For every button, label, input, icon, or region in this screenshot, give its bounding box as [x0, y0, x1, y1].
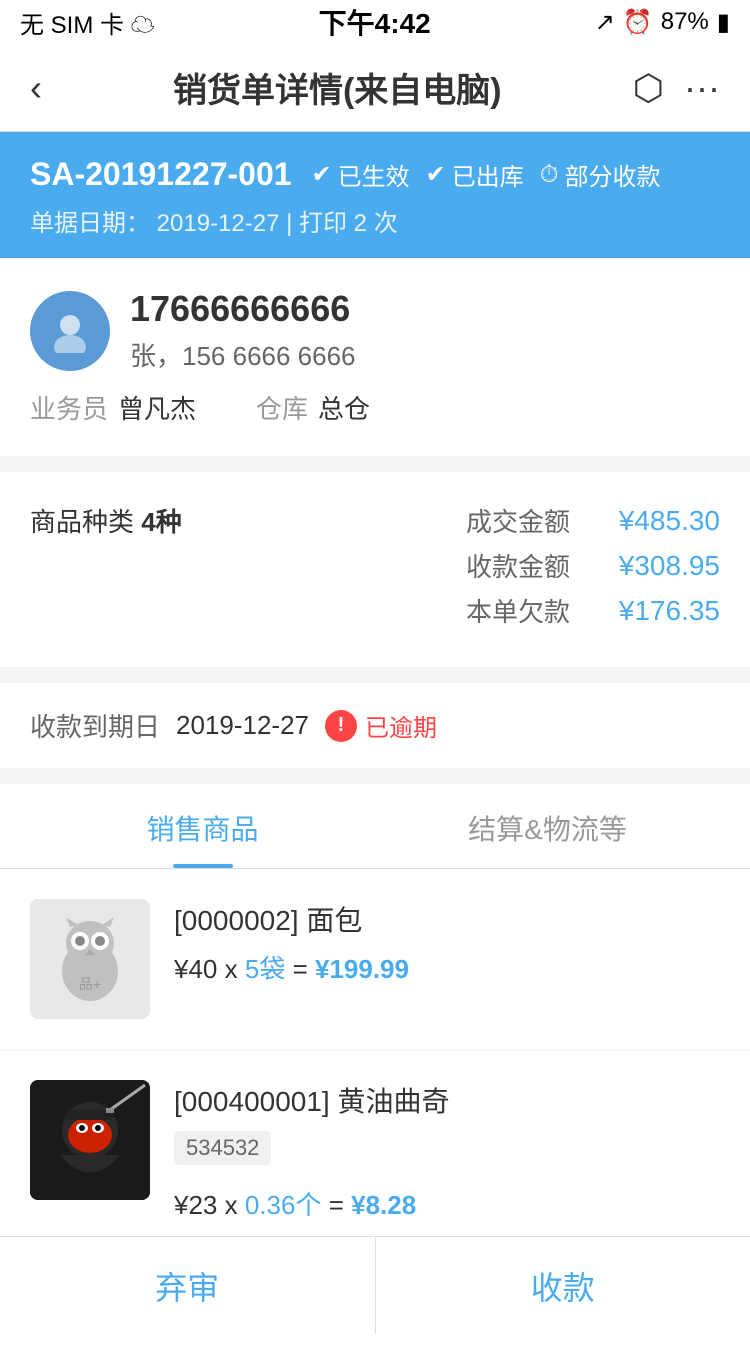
tabs: 销售商品 结算&物流等 — [0, 784, 750, 868]
product-title-1: 面包 — [306, 905, 362, 936]
cancel-review-button[interactable]: 弃审 — [0, 1237, 376, 1334]
product-tag-2: 534532 — [174, 1131, 271, 1165]
nav-icons: ⬡ ··· — [633, 67, 720, 109]
order-badges: ✔ 已生效 ✔ 已出库 ⏱ 部分收款 — [312, 157, 661, 192]
check-icon-2: ✔ — [426, 160, 446, 189]
multiply-1: x — [225, 954, 245, 984]
product-name-1: [0000002] 面包 — [174, 899, 720, 939]
salesman-item: 业务员 曾凡杰 — [30, 389, 196, 426]
received-value: ¥308.95 — [600, 550, 720, 582]
amount-row: 成交金额 ¥485.30 — [466, 502, 720, 539]
status-bar-time: 下午4:42 — [319, 2, 431, 42]
due-date-value: 2019-12-27 — [176, 710, 309, 741]
back-button[interactable]: ‹ — [30, 67, 42, 109]
unit-price-2: ¥23 — [174, 1190, 217, 1220]
check-icon-1: ✔ — [312, 160, 332, 189]
product-code-1: [0000002] — [174, 905, 299, 936]
customer-name: 张，156 6666 6666 — [130, 336, 356, 373]
product-image-2 — [30, 1080, 150, 1200]
stats-right: 成交金额 ¥485.30 收款金额 ¥308.95 本单欠款 ¥176.35 — [466, 502, 720, 637]
product-code-2: [000400001] — [174, 1086, 330, 1117]
amount-label: 成交金额 — [466, 502, 570, 539]
status-bar-right: ↗ ⏰ 87% ▮ — [595, 8, 730, 37]
avatar — [30, 291, 110, 371]
owing-value: ¥176.35 — [600, 595, 720, 627]
warehouse-item: 仓库 总仓 — [256, 389, 370, 426]
battery-icon: ▮ — [717, 8, 730, 37]
type-count: 4种 — [141, 507, 181, 537]
badge-effective: ✔ 已生效 — [312, 157, 410, 192]
salesman-label: 业务员 — [30, 389, 108, 426]
due-section: 收款到期日 2019-12-27 ! 已逾期 — [0, 683, 750, 768]
collect-payment-button[interactable]: 收款 — [376, 1237, 750, 1334]
quantity-1: 5袋 — [245, 954, 285, 984]
due-label: 收款到期日 — [30, 707, 160, 744]
svg-text:品+: 品+ — [79, 976, 101, 992]
multiply-2: x — [225, 1190, 245, 1220]
overdue-text: 已逾期 — [365, 708, 437, 743]
location-icon: ↗ — [595, 8, 615, 37]
stats-left: 商品种类 4种 — [30, 502, 182, 539]
product-price-1: ¥40 x 5袋 = ¥199.99 — [174, 949, 720, 986]
customer-info: 17666666666 张，156 6666 6666 — [130, 288, 356, 373]
status-bar-left: 无 SIM 卡 ☁ — [20, 5, 155, 40]
order-header-top: SA-20191227-001 ✔ 已生效 ✔ 已出库 ⏱ 部分收款 — [30, 156, 720, 193]
overdue-badge: ! 已逾期 — [325, 708, 437, 743]
customer-top: 17666666666 张，156 6666 6666 — [30, 288, 720, 373]
nav-bar: ‹ 销货单详情(来自电脑) ⬡ ··· — [0, 44, 750, 132]
product-ninja-icon — [30, 1080, 150, 1200]
status-bar: 无 SIM 卡 ☁ 下午4:42 ↗ ⏰ 87% ▮ — [0, 0, 750, 44]
customer-section: 17666666666 张，156 6666 6666 业务员 曾凡杰 仓库 总… — [0, 258, 750, 456]
sim-label: 无 SIM 卡 ☁ — [20, 5, 155, 40]
share-button[interactable]: ⬡ — [633, 67, 664, 109]
order-id: SA-20191227-001 — [30, 156, 292, 193]
product-info-2: [000400001] 黄油曲奇 534532 ¥23 x 0.36个 = ¥8… — [174, 1080, 720, 1222]
amount-value: ¥485.30 — [600, 505, 720, 537]
warehouse-label: 仓库 — [256, 389, 308, 426]
battery-label: 87% — [661, 8, 709, 36]
product-info-1: [0000002] 面包 ¥40 x 5袋 = ¥199.99 — [174, 899, 720, 986]
customer-phone: 17666666666 — [130, 288, 356, 330]
equals-1: = — [293, 954, 315, 984]
warehouse-value: 总仓 — [318, 389, 370, 426]
overdue-icon: ! — [325, 710, 357, 742]
quantity-2: 0.36个 — [245, 1190, 322, 1220]
total-1: ¥199.99 — [315, 954, 409, 984]
product-title-2: 黄油曲奇 — [338, 1086, 450, 1117]
unit-price-1: ¥40 — [174, 954, 217, 984]
received-label: 收款金额 — [466, 547, 570, 584]
alarm-icon: ⏰ — [623, 8, 653, 37]
product-name-2: [000400001] 黄油曲奇 — [174, 1080, 720, 1120]
more-button[interactable]: ··· — [684, 67, 720, 109]
equals-2: = — [329, 1190, 351, 1220]
type-label: 商品种类 — [30, 507, 134, 537]
order-date: 单据日期： 2019-12-27 | 打印 2 次 — [30, 203, 720, 238]
tabs-section: 销售商品 结算&物流等 — [0, 784, 750, 869]
table-row: [000400001] 黄油曲奇 534532 ¥23 x 0.36个 = ¥8… — [0, 1050, 750, 1253]
tab-products[interactable]: 销售商品 — [30, 784, 375, 868]
tab-settlement[interactable]: 结算&物流等 — [375, 784, 720, 868]
total-2: ¥8.28 — [351, 1190, 416, 1220]
badge-shipped: ✔ 已出库 — [426, 157, 524, 192]
customer-meta: 业务员 曾凡杰 仓库 总仓 — [30, 389, 720, 426]
product-owl-icon: 品+ — [30, 899, 150, 1019]
product-image-1: 品+ — [30, 899, 150, 1019]
owing-label: 本单欠款 — [466, 592, 570, 629]
page-title: 销货单详情(来自电脑) — [173, 63, 502, 112]
avatar-icon — [48, 309, 92, 353]
received-row: 收款金额 ¥308.95 — [466, 547, 720, 584]
clock-icon: ⏱ — [540, 161, 559, 189]
order-header: SA-20191227-001 ✔ 已生效 ✔ 已出库 ⏱ 部分收款 单据日期：… — [0, 132, 750, 258]
stats-section: 商品种类 4种 成交金额 ¥485.30 收款金额 ¥308.95 本单欠款 ¥… — [0, 472, 750, 667]
product-price-2: ¥23 x 0.36个 = ¥8.28 — [174, 1185, 720, 1222]
owing-row: 本单欠款 ¥176.35 — [466, 592, 720, 629]
bottom-bar: 弃审 收款 — [0, 1236, 750, 1334]
badge-partial: ⏱ 部分收款 — [540, 157, 661, 192]
salesman-value: 曾凡杰 — [118, 389, 196, 426]
table-row: 品+ [0000002] 面包 ¥40 x 5袋 = ¥199.99 — [0, 869, 750, 1050]
